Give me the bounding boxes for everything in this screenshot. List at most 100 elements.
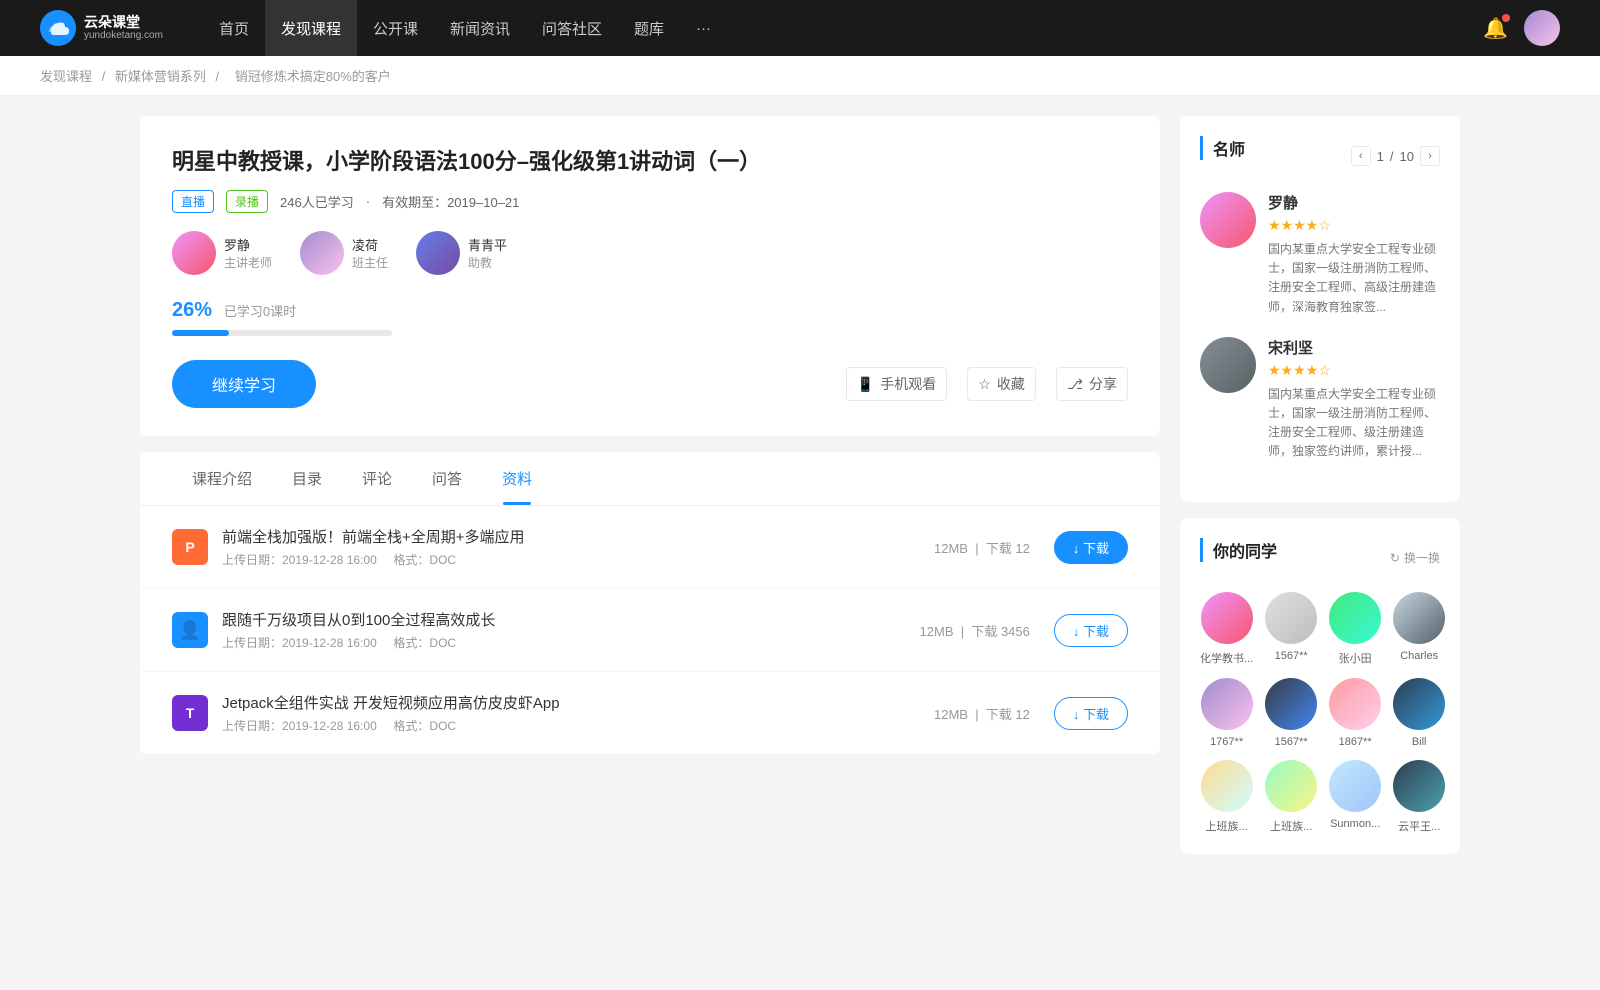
breadcrumb-item-courses[interactable]: 发现课程 xyxy=(40,69,92,84)
share-button[interactable]: ⎇ 分享 xyxy=(1056,367,1128,401)
refresh-icon: ↻ xyxy=(1390,551,1400,565)
resource-icon-1: P xyxy=(172,529,208,565)
classmates-title: 你的同学 xyxy=(1200,538,1277,562)
collect-button[interactable]: ☆ 收藏 xyxy=(967,367,1036,401)
classmate-11: Sunmon... xyxy=(1329,760,1381,834)
classmate-name-8: Bill xyxy=(1412,736,1427,748)
next-page-button[interactable]: › xyxy=(1420,146,1440,166)
resource-title-1: 前端全栈加强版！前端全栈+全周期+多端应用 xyxy=(222,526,934,547)
bell-icon[interactable]: 🔔 xyxy=(1483,16,1508,41)
nav-item-quiz[interactable]: 题库 xyxy=(618,0,680,56)
classmate-name-9: 上班族... xyxy=(1206,818,1248,834)
teacher-info-2: 凌荷 班主任 xyxy=(352,235,388,271)
tab-qa[interactable]: 问答 xyxy=(412,452,482,505)
classmate-name-5: 1767** xyxy=(1210,736,1243,748)
resource-stats-1: 12MB | 下载 12 xyxy=(934,538,1030,557)
mobile-view-button[interactable]: 📱 手机观看 xyxy=(846,367,947,401)
classmate-name-4: Charles xyxy=(1400,650,1438,662)
progress-bar-bg xyxy=(172,330,392,336)
classmate-avatar-6 xyxy=(1265,678,1317,730)
teachers-card-header: 名师 ‹ 1 / 10 › xyxy=(1200,136,1440,176)
share-icon: ⎇ xyxy=(1067,376,1083,393)
classmate-name-6: 1567** xyxy=(1275,736,1308,748)
classmate-avatar-1 xyxy=(1201,592,1253,644)
resource-meta-3: 上传日期：2019-12-28 16:00 格式：DOC xyxy=(222,717,934,734)
star-icon: ☆ xyxy=(978,376,991,393)
sidebar-teacher-avatar-2 xyxy=(1200,337,1256,393)
classmate-name-11: Sunmon... xyxy=(1330,818,1380,830)
download-button-3[interactable]: ↓ 下载 xyxy=(1054,697,1128,730)
nav-items: 首页 发现课程 公开课 新闻资讯 问答社区 题库 ··· xyxy=(203,0,1483,56)
resource-info-2: 跟随千万级项目从0到100全过程高效成长 上传日期：2019-12-28 16:… xyxy=(222,609,920,651)
breadcrumb-item-series[interactable]: 新媒体营销系列 xyxy=(115,69,206,84)
mobile-label: 手机观看 xyxy=(880,374,936,394)
notification-dot xyxy=(1502,14,1510,22)
classmate-name-2: 1567** xyxy=(1275,650,1308,662)
pagination: ‹ 1 / 10 › xyxy=(1351,146,1440,166)
nav-item-qa[interactable]: 问答社区 xyxy=(526,0,618,56)
page-total: 10 xyxy=(1400,149,1414,164)
prev-page-button[interactable]: ‹ xyxy=(1351,146,1371,166)
tab-review[interactable]: 评论 xyxy=(342,452,412,505)
classmate-10: 上班族... xyxy=(1265,760,1317,834)
classmate-avatar-12 xyxy=(1393,760,1445,812)
progress-percent: 26% xyxy=(172,299,212,321)
logo-text: 云朵课堂 yundoketang.com xyxy=(84,14,163,43)
nav-item-open[interactable]: 公开课 xyxy=(357,0,434,56)
teacher-info-3: 青青平 助教 xyxy=(468,235,507,271)
user-avatar-nav[interactable] xyxy=(1524,10,1560,46)
classmate-5: 1767** xyxy=(1200,678,1253,748)
refresh-button[interactable]: ↻ 换一换 xyxy=(1390,549,1440,566)
logo[interactable]: 云朵课堂 yundoketang.com xyxy=(40,10,163,46)
classmate-7: 1867** xyxy=(1329,678,1381,748)
classmate-name-1: 化学教书... xyxy=(1200,650,1253,666)
resource-icon-3: T xyxy=(172,695,208,731)
resource-title-2: 跟随千万级项目从0到100全过程高效成长 xyxy=(222,609,920,630)
share-label: 分享 xyxy=(1089,374,1117,394)
sidebar-teacher-stars-2: ★★★★☆ xyxy=(1268,362,1440,379)
classmate-avatar-3 xyxy=(1329,592,1381,644)
sidebar-teacher-stars-1: ★★★★☆ xyxy=(1268,217,1440,234)
tabs-section: 课程介绍 目录 评论 问答 资料 P 前端全栈加强版！前端全栈+全周期+多端应用… xyxy=(140,452,1160,755)
classmate-name-7: 1867** xyxy=(1339,736,1372,748)
sidebar-teacher-desc-1: 国内某重点大学安全工程专业硕士，国家一级注册消防工程师、注册安全工程师、高级注册… xyxy=(1268,240,1440,317)
content-left: 明星中教授课，小学阶段语法100分–强化级第1讲动词（一） 直播 录播 246人… xyxy=(140,116,1160,870)
breadcrumb-item-current: 销冠修炼术搞定80%的客户 xyxy=(235,69,391,84)
teacher-1: 罗静 主讲老师 xyxy=(172,231,272,275)
tab-catalog[interactable]: 目录 xyxy=(272,452,342,505)
teacher-avatar-2 xyxy=(300,231,344,275)
teacher-info-1: 罗静 主讲老师 xyxy=(224,235,272,271)
tab-intro[interactable]: 课程介绍 xyxy=(172,452,272,505)
teacher-role-2: 班主任 xyxy=(352,254,388,271)
teachers-row: 罗静 主讲老师 凌荷 班主任 青青平 助教 xyxy=(172,231,1128,275)
classmate-avatar-2 xyxy=(1265,592,1317,644)
classmate-avatar-9 xyxy=(1201,760,1253,812)
sidebar-teacher-1: 罗静 ★★★★☆ 国内某重点大学安全工程专业硕士，国家一级注册消防工程师、注册安… xyxy=(1200,192,1440,317)
download-button-2[interactable]: ↓ 下载 xyxy=(1054,614,1128,647)
nav-right: 🔔 xyxy=(1483,10,1560,46)
nav-item-news[interactable]: 新闻资讯 xyxy=(434,0,526,56)
classmate-name-10: 上班族... xyxy=(1270,818,1312,834)
nav-item-home[interactable]: 首页 xyxy=(203,0,265,56)
resource-item-3: T Jetpack全组件实战 开发短视频应用高仿皮皮虾App 上传日期：2019… xyxy=(140,672,1160,755)
nav-item-courses[interactable]: 发现课程 xyxy=(265,0,357,56)
refresh-label: 换一换 xyxy=(1404,549,1440,566)
progress-section: 26% 已学习0课时 xyxy=(172,299,1128,336)
resource-icon-2: 👤 xyxy=(172,612,208,648)
resource-info-3: Jetpack全组件实战 开发短视频应用高仿皮皮虾App 上传日期：2019-1… xyxy=(222,692,934,734)
classmate-name-3: 张小田 xyxy=(1339,650,1372,666)
resource-item-1: P 前端全栈加强版！前端全栈+全周期+多端应用 上传日期：2019-12-28 … xyxy=(140,506,1160,589)
continue-button[interactable]: 继续学习 xyxy=(172,360,316,408)
teacher-avatar-3 xyxy=(416,231,460,275)
classmate-3: 张小田 xyxy=(1329,592,1381,666)
classmate-4: Charles xyxy=(1393,592,1445,666)
classmates-card: 你的同学 ↻ 换一换 化学教书... 1567** 张小田 xyxy=(1180,518,1460,854)
tab-resources[interactable]: 资料 xyxy=(482,452,552,505)
nav-item-more[interactable]: ··· xyxy=(680,0,727,56)
badge-live: 直播 xyxy=(172,190,214,213)
classmate-6: 1567** xyxy=(1265,678,1317,748)
sidebar-teacher-info-1: 罗静 ★★★★☆ 国内某重点大学安全工程专业硕士，国家一级注册消防工程师、注册安… xyxy=(1268,192,1440,317)
download-button-1[interactable]: ↓ 下载 xyxy=(1054,531,1128,564)
resource-stats-2: 12MB | 下载 3456 xyxy=(920,621,1030,640)
classmate-1: 化学教书... xyxy=(1200,592,1253,666)
